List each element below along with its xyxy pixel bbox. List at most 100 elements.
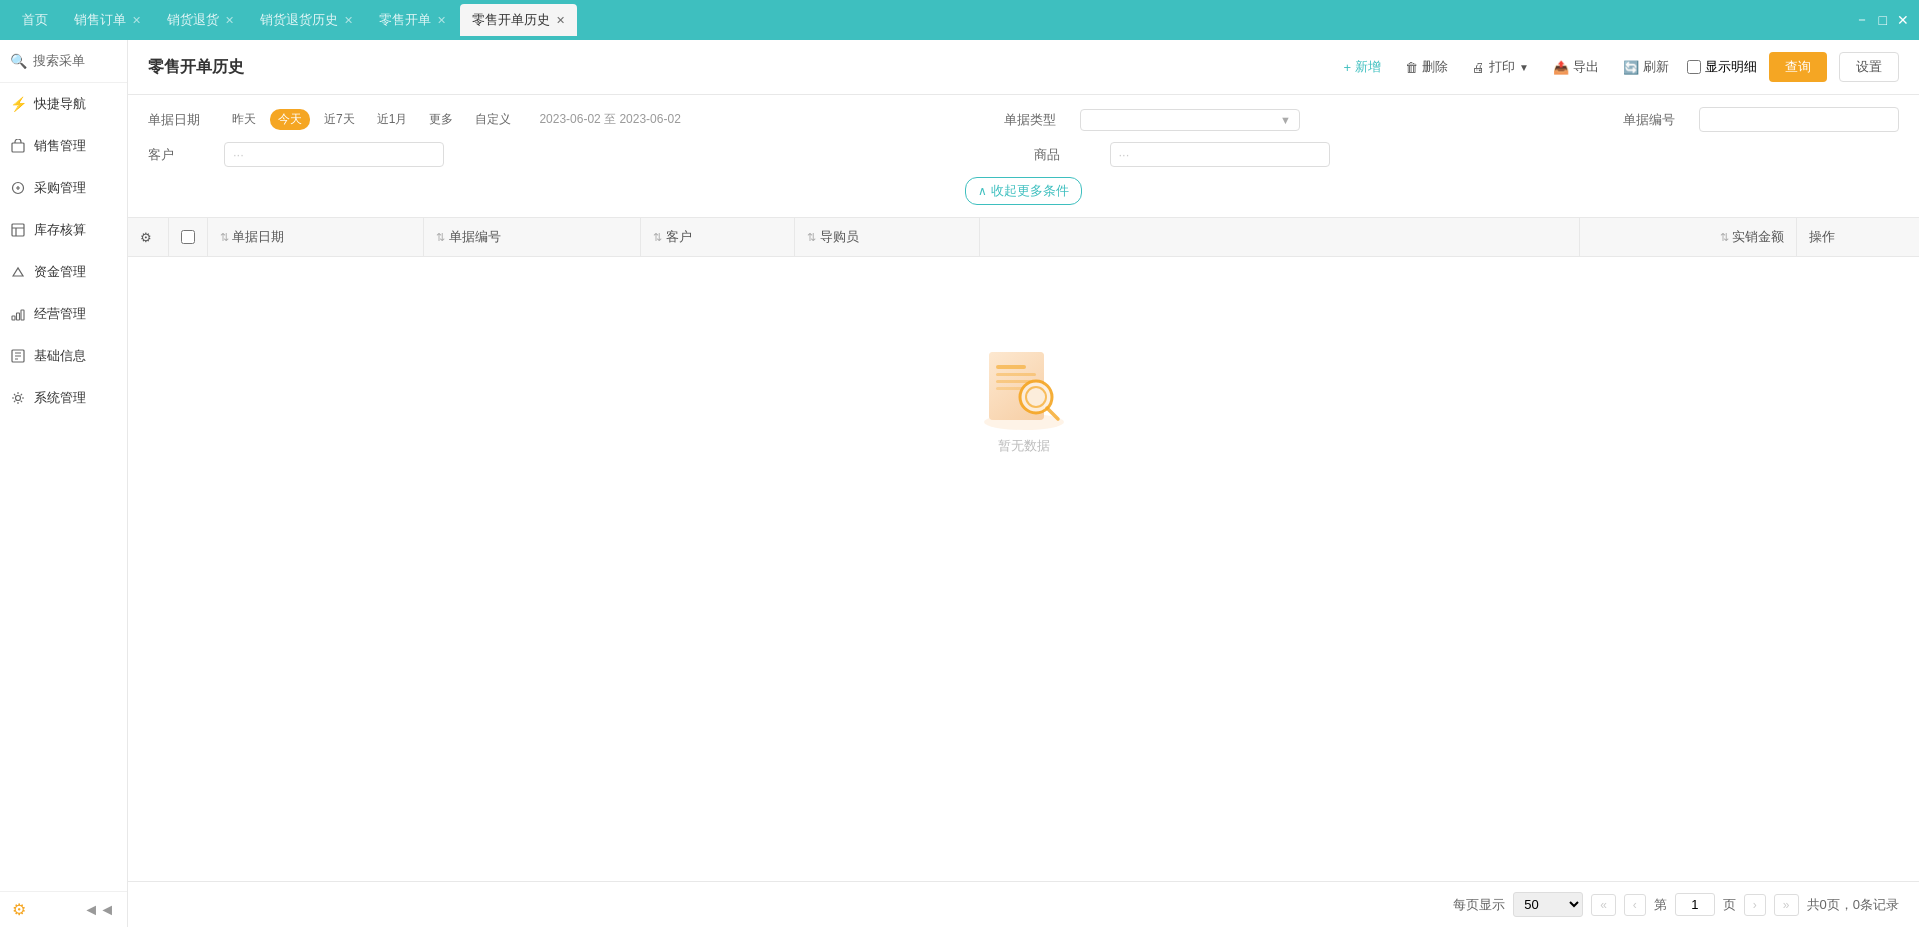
prev-page-btn[interactable]: ‹: [1624, 894, 1646, 916]
product-filter-label: 商品: [1034, 146, 1090, 164]
col-amount-label: 实销金额: [1732, 229, 1784, 244]
basic-info-icon: [10, 348, 26, 364]
col-guide[interactable]: ⇅ 导购员: [795, 218, 980, 257]
collapse-button[interactable]: ∧ 收起更多条件: [965, 177, 1082, 205]
print-icon: 🖨: [1472, 60, 1485, 75]
tab-sales-return-close[interactable]: ✕: [225, 14, 234, 27]
tab-sales-return-history-close[interactable]: ✕: [344, 14, 353, 27]
sidebar-item-quick-nav[interactable]: ⚡ 快捷导航: [0, 83, 127, 125]
tab-retail-open[interactable]: 零售开单 ✕: [367, 4, 458, 36]
col-doc-no-sort-icon: ⇅: [436, 231, 445, 243]
svg-rect-4: [17, 313, 20, 320]
date-range-display: 2023-06-02 至 2023-06-02: [539, 111, 680, 128]
date-option-today[interactable]: 今天: [270, 109, 310, 130]
sidebar-search[interactable]: 🔍 搜索采单: [0, 40, 127, 83]
col-action: 操作: [1797, 218, 1919, 257]
export-button[interactable]: 📤 导出: [1547, 54, 1605, 80]
svg-rect-11: [996, 365, 1026, 369]
tab-sales-order-label: 销售订单: [74, 11, 126, 29]
tab-sales-return-label: 销货退货: [167, 11, 219, 29]
display-detail-checkbox[interactable]: [1687, 60, 1701, 74]
content-area: 零售开单历史 + 新增 🗑 删除 🖨 打印 ▼ 📤 导出: [128, 40, 1919, 927]
display-detail-toggle[interactable]: 显示明细: [1687, 58, 1757, 76]
tab-sales-return-history[interactable]: 销货退货历史 ✕: [248, 4, 365, 36]
sidebar-item-operations[interactable]: 经营管理: [0, 293, 127, 335]
tab-sales-return[interactable]: 销货退货 ✕: [155, 4, 246, 36]
col-customer-sort-icon: ⇅: [653, 231, 662, 243]
print-button[interactable]: 🖨 打印 ▼: [1466, 54, 1535, 80]
customer-input[interactable]: ···: [224, 142, 444, 167]
tab-retail-open-close[interactable]: ✕: [437, 14, 446, 27]
date-option-yesterday[interactable]: 昨天: [224, 109, 264, 130]
tab-home[interactable]: 首页: [10, 4, 60, 36]
collapse-icon: ∧: [978, 184, 987, 198]
setting-button[interactable]: 设置: [1839, 52, 1899, 82]
settings-icon[interactable]: ⚙: [12, 900, 26, 919]
inventory-icon: [10, 222, 26, 238]
query-button[interactable]: 查询: [1769, 52, 1827, 82]
tab-retail-open-history[interactable]: 零售开单历史 ✕: [460, 4, 577, 36]
date-option-1month[interactable]: 近1月: [369, 109, 416, 130]
col-customer[interactable]: ⇅ 客户: [641, 218, 795, 257]
delete-label: 删除: [1422, 58, 1448, 76]
purchase-mgmt-icon: [10, 180, 26, 196]
next-page-btn[interactable]: ›: [1744, 894, 1766, 916]
export-label: 导出: [1573, 58, 1599, 76]
sidebar-item-purchase-mgmt[interactable]: 采购管理: [0, 167, 127, 209]
sidebar-item-finance[interactable]: 资金管理: [0, 251, 127, 293]
add-button[interactable]: + 新增: [1338, 54, 1388, 80]
per-page-select[interactable]: 50 10 20 100: [1513, 892, 1583, 917]
tab-sales-order-close[interactable]: ✕: [132, 14, 141, 27]
collapse-sidebar-btn[interactable]: ◄◄: [83, 901, 115, 919]
sidebar-item-basic-info[interactable]: 基础信息: [0, 335, 127, 377]
svg-rect-13: [996, 380, 1031, 383]
sidebar-item-quick-nav-label: 快捷导航: [34, 95, 86, 113]
sidebar-item-basic-info-label: 基础信息: [34, 347, 86, 365]
select-all-checkbox[interactable]: [181, 230, 195, 244]
print-arrow: ▼: [1519, 62, 1529, 73]
top-tabbar: 首页 销售订单 ✕ 销货退货 ✕ 销货退货历史 ✕ 零售开单 ✕ 零售开单历史 …: [0, 0, 1919, 40]
maximize-btn[interactable]: □: [1879, 12, 1887, 28]
doc-type-select[interactable]: ▼: [1080, 109, 1300, 131]
window-controls: － □ ✕: [1855, 11, 1909, 29]
first-page-btn[interactable]: «: [1591, 894, 1616, 916]
col-guide-label: 导购员: [820, 229, 859, 244]
filter-row-1: 单据日期 昨天 今天 近7天 近1月 更多 自定义 2023-06-02 至 2…: [148, 107, 1899, 132]
display-detail-label: 显示明细: [1705, 58, 1757, 76]
col-amount[interactable]: ⇅ 实销金额: [1580, 218, 1797, 257]
page-label-before: 第: [1654, 896, 1667, 914]
page-title: 零售开单历史: [148, 57, 244, 78]
date-option-custom[interactable]: 自定义: [467, 109, 519, 130]
last-page-btn[interactable]: »: [1774, 894, 1799, 916]
minimize-btn[interactable]: －: [1855, 11, 1869, 29]
tab-sales-order[interactable]: 销售订单 ✕: [62, 4, 153, 36]
pagination-bar: 每页显示 50 10 20 100 « ‹ 第 页 › » 共0页，0条记录: [128, 881, 1919, 927]
svg-rect-5: [21, 310, 24, 320]
col-doc-no[interactable]: ⇅ 单据编号: [424, 218, 641, 257]
sidebar-bottom: ⚙ ◄◄: [0, 891, 127, 927]
close-btn[interactable]: ✕: [1897, 12, 1909, 28]
date-options: 昨天 今天 近7天 近1月 更多 自定义: [224, 109, 519, 130]
refresh-button[interactable]: 🔄 刷新: [1617, 54, 1675, 80]
date-option-more[interactable]: 更多: [421, 109, 461, 130]
delete-button[interactable]: 🗑 删除: [1399, 54, 1454, 80]
page-number-input[interactable]: [1675, 893, 1715, 916]
page-label-after: 页: [1723, 896, 1736, 914]
product-input[interactable]: ···: [1110, 142, 1330, 167]
finance-icon: [10, 264, 26, 280]
tab-retail-open-history-close[interactable]: ✕: [556, 14, 565, 27]
empty-text: 暂无数据: [998, 437, 1050, 455]
doc-no-input[interactable]: [1699, 107, 1899, 132]
col-doc-date[interactable]: ⇅ 单据日期: [207, 218, 424, 257]
col-gear[interactable]: ⚙: [128, 218, 168, 257]
sidebar-item-system[interactable]: 系统管理: [0, 377, 127, 419]
sidebar-item-inventory[interactable]: 库存核算: [0, 209, 127, 251]
add-label: 新增: [1355, 58, 1381, 76]
sidebar-item-sales-mgmt[interactable]: 销售管理: [0, 125, 127, 167]
add-icon: +: [1344, 60, 1352, 75]
date-option-7days[interactable]: 近7天: [316, 109, 363, 130]
col-doc-date-label: 单据日期: [232, 229, 284, 244]
col-customer-label: 客户: [666, 229, 692, 244]
data-table: ⚙ ⇅ 单据日期 ⇅ 单据编号: [128, 218, 1919, 535]
col-spacer: [980, 218, 1580, 257]
